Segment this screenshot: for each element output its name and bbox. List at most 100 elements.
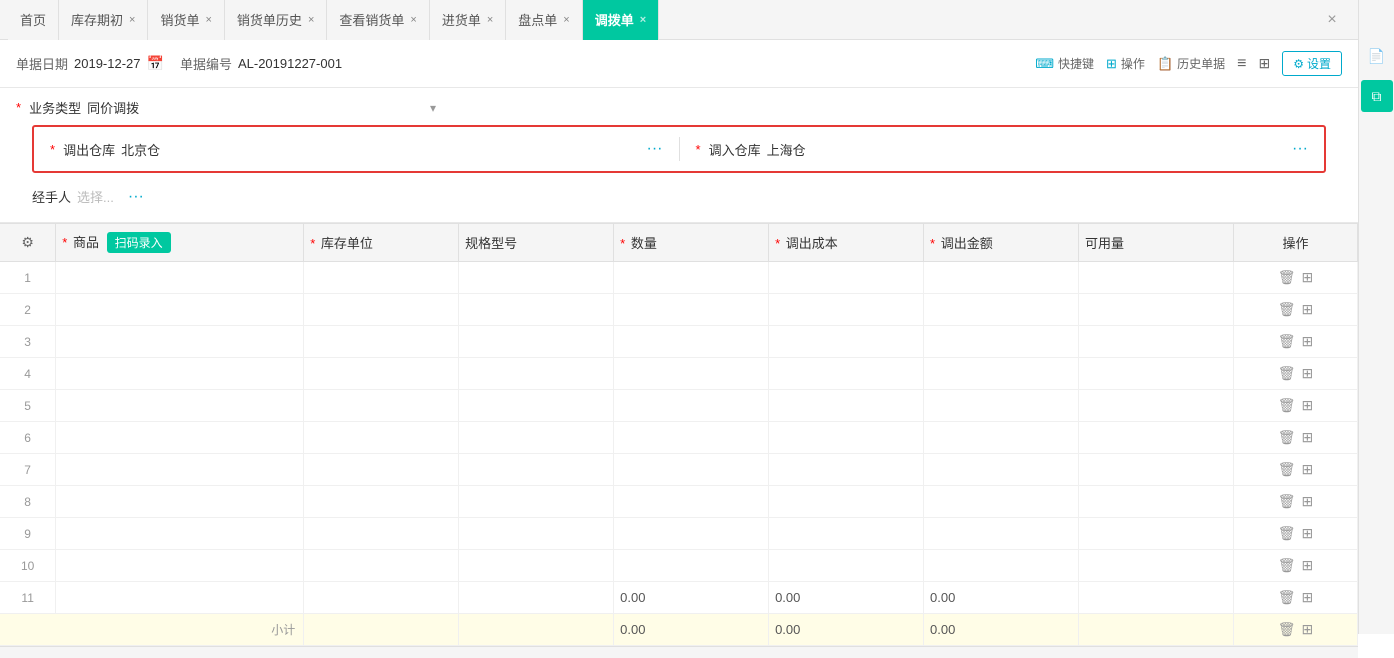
copy-icon[interactable]: ⊞ xyxy=(1301,269,1313,286)
row-unit[interactable] xyxy=(304,454,459,486)
row-quantity[interactable] xyxy=(614,422,769,454)
row-spec[interactable] xyxy=(459,550,614,582)
row-amount[interactable] xyxy=(924,262,1079,294)
row-product[interactable] xyxy=(56,326,304,358)
row-unit[interactable] xyxy=(304,326,459,358)
row-amount[interactable] xyxy=(924,326,1079,358)
row-cost[interactable] xyxy=(769,294,924,326)
row-cost[interactable] xyxy=(769,358,924,390)
close-all-tabs-button[interactable]: × xyxy=(1314,2,1350,38)
row-quantity[interactable] xyxy=(614,326,769,358)
tab-view-sales-order[interactable]: 查看销货单 × xyxy=(327,0,429,40)
scroll-bar[interactable] xyxy=(0,646,1358,658)
table-settings-icon[interactable]: ⚙ xyxy=(21,234,34,250)
row-spec[interactable] xyxy=(459,294,614,326)
delete-icon[interactable]: 🗑 xyxy=(1278,397,1296,414)
row-cost[interactable] xyxy=(769,486,924,518)
copy-icon[interactable]: ⊞ xyxy=(1301,461,1313,478)
row-cost[interactable] xyxy=(769,326,924,358)
close-icon[interactable]: × xyxy=(205,14,211,26)
row-quantity[interactable] xyxy=(614,358,769,390)
personnel-select[interactable]: 选择... xyxy=(77,187,114,206)
row-quantity[interactable] xyxy=(614,486,769,518)
delete-icon[interactable]: 🗑 xyxy=(1278,493,1296,510)
row-unit[interactable] xyxy=(304,358,459,390)
delete-icon[interactable]: 🗑 xyxy=(1278,333,1296,350)
copy-icon[interactable]: ⊞ xyxy=(1301,397,1313,414)
close-icon[interactable]: × xyxy=(410,14,416,26)
row-amount[interactable] xyxy=(924,422,1079,454)
close-icon[interactable]: × xyxy=(563,14,569,26)
copy-icon[interactable]: ⊞ xyxy=(1301,589,1313,606)
row-product[interactable] xyxy=(56,390,304,422)
delete-icon[interactable]: 🗑 xyxy=(1278,589,1296,606)
close-icon[interactable]: × xyxy=(487,14,493,26)
row-spec[interactable] xyxy=(459,582,614,614)
row-quantity[interactable] xyxy=(614,294,769,326)
close-icon[interactable]: × xyxy=(640,14,646,26)
row-quantity[interactable] xyxy=(614,550,769,582)
row-quantity[interactable] xyxy=(614,454,769,486)
operations-button[interactable]: ⊞ 操作 xyxy=(1106,55,1145,72)
copy-icon[interactable]: ⊞ xyxy=(1301,301,1313,318)
delete-icon[interactable]: 🗑 xyxy=(1278,557,1296,574)
tab-purchase-order[interactable]: 进货单 × xyxy=(430,0,506,40)
copy-icon[interactable]: ⊞ xyxy=(1301,365,1313,382)
close-icon[interactable]: × xyxy=(308,14,314,26)
target-warehouse-value[interactable]: 上海仓 xyxy=(767,140,1278,159)
row-quantity[interactable] xyxy=(614,518,769,550)
calendar-icon[interactable]: 📅 xyxy=(147,55,164,72)
row-cost[interactable] xyxy=(769,262,924,294)
copy-icon[interactable]: ⊞ xyxy=(1301,429,1313,446)
quick-keys-button[interactable]: ⌨ 快捷键 xyxy=(1035,55,1094,72)
delete-icon[interactable]: 🗑 xyxy=(1278,461,1296,478)
row-spec[interactable] xyxy=(459,422,614,454)
settings-button[interactable]: ⚙ 设置 xyxy=(1282,51,1342,76)
tab-sales-order-history[interactable]: 销货单历史 × xyxy=(225,0,327,40)
tab-inventory-check[interactable]: 盘点单 × xyxy=(506,0,582,40)
delete-icon[interactable]: 🗑 xyxy=(1278,621,1296,638)
row-cost[interactable] xyxy=(769,390,924,422)
copy-icon[interactable]: ⊞ xyxy=(1301,621,1313,638)
copy-icon[interactable]: ⊞ xyxy=(1301,493,1313,510)
delete-icon[interactable]: 🗑 xyxy=(1278,429,1296,446)
row-product[interactable] xyxy=(56,294,304,326)
row-product[interactable] xyxy=(56,486,304,518)
row-amount[interactable] xyxy=(924,454,1079,486)
row-unit[interactable] xyxy=(304,390,459,422)
grid-view-button[interactable]: ⊞ xyxy=(1258,55,1270,72)
close-icon[interactable]: × xyxy=(129,14,135,26)
delete-icon[interactable]: 🗑 xyxy=(1278,301,1296,318)
row-spec[interactable] xyxy=(459,454,614,486)
copy-icon[interactable]: ⊞ xyxy=(1301,525,1313,542)
row-product[interactable] xyxy=(56,358,304,390)
row-spec[interactable] xyxy=(459,390,614,422)
delete-icon[interactable]: 🗑 xyxy=(1278,365,1296,382)
delete-icon[interactable]: 🗑 xyxy=(1278,269,1296,286)
row-amount[interactable] xyxy=(924,486,1079,518)
row-spec[interactable] xyxy=(459,486,614,518)
row-spec[interactable] xyxy=(459,326,614,358)
sidebar-doc-button[interactable]: 📄 xyxy=(1361,40,1393,72)
row-unit[interactable] xyxy=(304,294,459,326)
history-docs-button[interactable]: 📋 历史单据 xyxy=(1157,55,1225,72)
row-product[interactable] xyxy=(56,518,304,550)
personnel-dots[interactable]: ··· xyxy=(128,189,144,205)
source-warehouse-value[interactable]: 北京仓 xyxy=(121,140,632,159)
row-product[interactable] xyxy=(56,550,304,582)
list-view-button[interactable]: ≡ xyxy=(1237,55,1246,73)
row-unit[interactable] xyxy=(304,550,459,582)
row-cost[interactable] xyxy=(769,454,924,486)
row-quantity[interactable] xyxy=(614,390,769,422)
tab-home[interactable]: 首页 xyxy=(8,0,59,40)
row-unit[interactable] xyxy=(304,518,459,550)
row-amount[interactable] xyxy=(924,390,1079,422)
row-cost[interactable] xyxy=(769,550,924,582)
row-quantity[interactable] xyxy=(614,262,769,294)
row-product[interactable] xyxy=(56,422,304,454)
delete-icon[interactable]: 🗑 xyxy=(1278,525,1296,542)
row-unit[interactable] xyxy=(304,262,459,294)
business-type-value[interactable]: 同价调拨 xyxy=(87,98,420,117)
row-spec[interactable] xyxy=(459,262,614,294)
source-warehouse-dots[interactable]: ··· xyxy=(647,141,663,157)
